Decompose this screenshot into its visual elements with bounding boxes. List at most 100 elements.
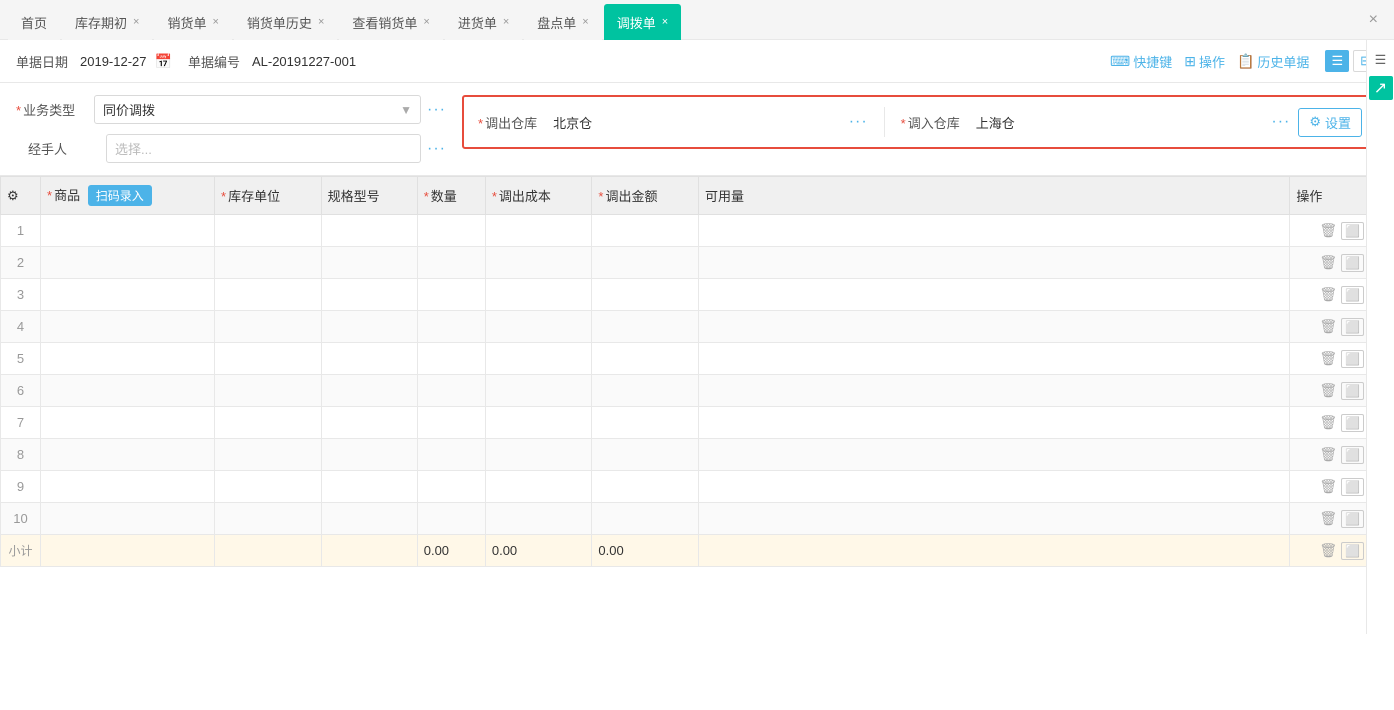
handler-more[interactable]: ··· — [427, 140, 446, 158]
cell-product-7[interactable] — [41, 407, 215, 439]
cell-amount-6[interactable] — [592, 375, 699, 407]
cell-cost-8[interactable] — [485, 439, 592, 471]
cell-product-9[interactable] — [41, 471, 215, 503]
cell-unit-5[interactable] — [215, 343, 322, 375]
cell-available-1[interactable] — [698, 215, 1289, 247]
cell-unit-8[interactable] — [215, 439, 322, 471]
layout1-button[interactable]: ☰ — [1325, 50, 1349, 72]
cell-spec-6[interactable] — [321, 375, 417, 407]
cell-product-2[interactable] — [41, 247, 215, 279]
delete-row-9[interactable]: 🗑 — [1319, 478, 1337, 494]
delete-row-2[interactable]: 🗑 — [1319, 254, 1337, 270]
scan-button[interactable]: 扫码录入 — [88, 185, 152, 206]
cell-available-9[interactable] — [698, 471, 1289, 503]
shortcuts-button[interactable]: ⌨ 快捷键 — [1110, 52, 1172, 71]
warehouse-in-more[interactable]: ··· — [1271, 113, 1290, 131]
tab-view-sales-close[interactable]: × — [423, 16, 429, 28]
tab-sales-history-close[interactable]: × — [318, 16, 324, 28]
cell-available-2[interactable] — [698, 247, 1289, 279]
history-button[interactable]: 📋 历史单据 — [1237, 52, 1309, 71]
tab-sales-order-close[interactable]: × — [212, 16, 218, 28]
sidebar-export-button[interactable]: ↗ — [1369, 76, 1393, 100]
cell-amount-10[interactable] — [592, 503, 699, 535]
cell-cost-4[interactable] — [485, 311, 592, 343]
cell-product-5[interactable] — [41, 343, 215, 375]
tab-stock-init[interactable]: 库存期初 × — [62, 4, 152, 40]
tab-inventory[interactable]: 盘点单 × — [524, 4, 601, 40]
cell-spec-1[interactable] — [321, 215, 417, 247]
cell-available-7[interactable] — [698, 407, 1289, 439]
copy-row-3[interactable]: ⬜ — [1341, 286, 1364, 304]
delete-row-4[interactable]: 🗑 — [1319, 318, 1337, 334]
cell-unit-7[interactable] — [215, 407, 322, 439]
warehouse-out-more[interactable]: ··· — [849, 113, 868, 131]
cell-qty-8[interactable] — [417, 439, 485, 471]
copy-row-1[interactable]: ⬜ — [1341, 222, 1364, 240]
cell-available-8[interactable] — [698, 439, 1289, 471]
cell-unit-4[interactable] — [215, 311, 322, 343]
cell-qty-6[interactable] — [417, 375, 485, 407]
cell-spec-5[interactable] — [321, 343, 417, 375]
cell-product-10[interactable] — [41, 503, 215, 535]
handler-select[interactable]: 选择... — [106, 134, 421, 163]
actions-button[interactable]: ⊞ 操作 — [1184, 52, 1225, 71]
cell-product-6[interactable] — [41, 375, 215, 407]
delete-row-5[interactable]: 🗑 — [1319, 350, 1337, 366]
cell-qty-5[interactable] — [417, 343, 485, 375]
cell-spec-10[interactable] — [321, 503, 417, 535]
copy-row-2[interactable]: ⬜ — [1341, 254, 1364, 272]
cell-qty-4[interactable] — [417, 311, 485, 343]
copy-row-9[interactable]: ⬜ — [1341, 478, 1364, 496]
delete-row-10[interactable]: 🗑 — [1319, 510, 1337, 526]
cell-spec-2[interactable] — [321, 247, 417, 279]
tab-sales-history[interactable]: 销货单历史 × — [234, 4, 337, 40]
cell-cost-7[interactable] — [485, 407, 592, 439]
tab-view-sales[interactable]: 查看销货单 × — [339, 4, 442, 40]
copy-row-10[interactable]: ⬜ — [1341, 510, 1364, 528]
tab-sales-order[interactable]: 销货单 × — [154, 4, 231, 40]
tab-purchase[interactable]: 进货单 × — [445, 4, 522, 40]
copy-row-11[interactable]: ⬜ — [1341, 542, 1364, 560]
cell-available-11[interactable] — [698, 535, 1289, 567]
cell-spec-3[interactable] — [321, 279, 417, 311]
tab-stock-init-close[interactable]: × — [133, 16, 139, 28]
delete-row-6[interactable]: 🗑 — [1319, 382, 1337, 398]
cell-qty-2[interactable] — [417, 247, 485, 279]
tab-transfer[interactable]: 调拨单 × — [604, 4, 681, 40]
business-type-select[interactable]: 同价调拨 ▼ — [94, 95, 421, 124]
settings-button[interactable]: ⚙ 设置 — [1298, 108, 1362, 137]
delete-row-11[interactable]: 🗑 — [1319, 542, 1337, 558]
tab-transfer-close[interactable]: × — [662, 16, 668, 28]
sidebar-list-button[interactable]: ☰ — [1369, 48, 1393, 72]
cell-qty-11[interactable]: 0.00 — [417, 535, 485, 567]
cell-available-5[interactable] — [698, 343, 1289, 375]
tab-home[interactable]: 首页 — [8, 4, 60, 40]
th-gear[interactable]: ⚙ — [1, 177, 41, 215]
cell-amount-9[interactable] — [592, 471, 699, 503]
cell-spec-4[interactable] — [321, 311, 417, 343]
cell-unit-11[interactable] — [215, 535, 322, 567]
cell-amount-8[interactable] — [592, 439, 699, 471]
cell-product-11[interactable] — [41, 535, 215, 567]
cell-unit-9[interactable] — [215, 471, 322, 503]
cell-cost-1[interactable] — [485, 215, 592, 247]
delete-row-1[interactable]: 🗑 — [1319, 222, 1337, 238]
table-container[interactable]: ⚙ *商品 扫码录入 *库存单位 规格型号 *数量 *调出成本 — [0, 176, 1394, 710]
cell-amount-1[interactable] — [592, 215, 699, 247]
window-close-button[interactable]: × — [1361, 7, 1386, 33]
cell-spec-11[interactable] — [321, 535, 417, 567]
cell-spec-8[interactable] — [321, 439, 417, 471]
cell-cost-11[interactable]: 0.00 — [485, 535, 592, 567]
delete-row-7[interactable]: 🗑 — [1319, 414, 1337, 430]
cell-available-3[interactable] — [698, 279, 1289, 311]
cell-spec-9[interactable] — [321, 471, 417, 503]
business-type-more[interactable]: ··· — [427, 101, 446, 119]
cell-product-3[interactable] — [41, 279, 215, 311]
copy-row-4[interactable]: ⬜ — [1341, 318, 1364, 336]
cell-qty-9[interactable] — [417, 471, 485, 503]
cell-available-10[interactable] — [698, 503, 1289, 535]
cell-amount-4[interactable] — [592, 311, 699, 343]
copy-row-8[interactable]: ⬜ — [1341, 446, 1364, 464]
cell-cost-6[interactable] — [485, 375, 592, 407]
cell-cost-2[interactable] — [485, 247, 592, 279]
